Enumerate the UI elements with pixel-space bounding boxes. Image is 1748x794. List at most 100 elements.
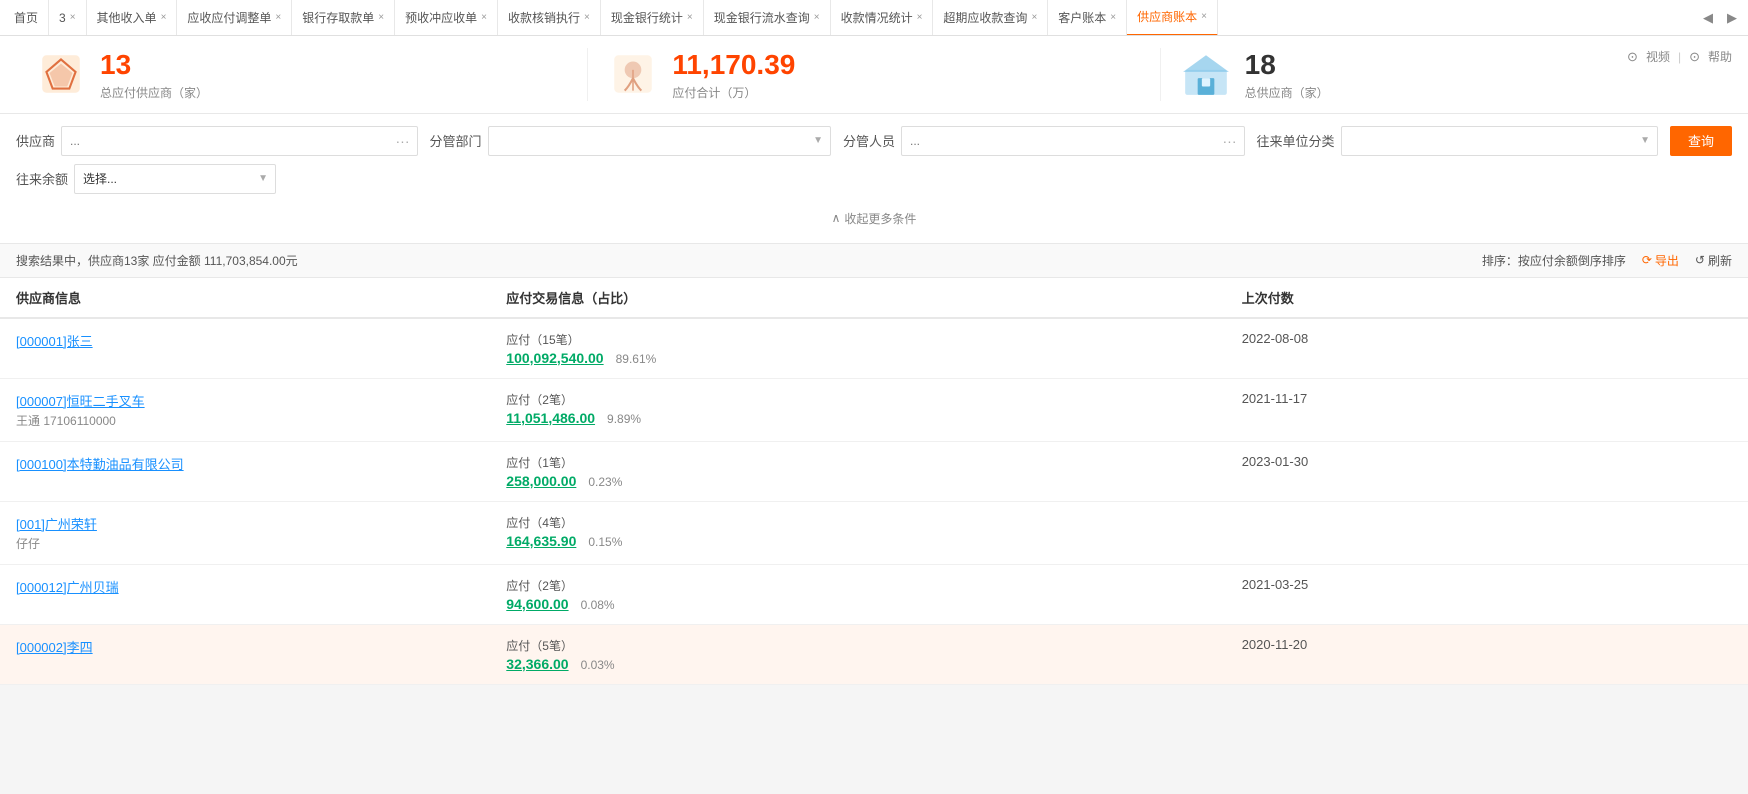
- percent-row2: 9.89%: [607, 412, 641, 426]
- video-link[interactable]: 视频: [1646, 48, 1670, 65]
- close-tab-icon[interactable]: ×: [687, 12, 693, 23]
- collapse-button[interactable]: ∧ 收起更多条件: [16, 206, 1732, 231]
- supplier-link-row1[interactable]: [000001]张三: [16, 331, 506, 350]
- amount-row3[interactable]: 258,000.00: [506, 473, 576, 489]
- table-row-row5: [000012]广州贝瑞 应付（2笔） 94,600.00 0.08% 2021…: [0, 565, 1748, 625]
- close-tab-icon[interactable]: ×: [814, 12, 820, 23]
- table-row-row1: [000001]张三 应付（15笔） 100,092,540.00 89.61%…: [0, 319, 1748, 379]
- nav-tab-cash-bank-flow[interactable]: 现金银行流水查询×: [704, 0, 831, 36]
- close-tab-icon[interactable]: ×: [1110, 12, 1116, 23]
- nav-tab-home[interactable]: 首页: [4, 0, 49, 36]
- summary-label-payable-amount: 应付合计（万）: [672, 84, 795, 101]
- nav-tab-bank-deposit[interactable]: 银行存取款单×: [292, 0, 395, 36]
- collapse-up-icon: ∧: [832, 211, 841, 225]
- export-label: 导出: [1655, 252, 1679, 269]
- amount-row5[interactable]: 94,600.00: [506, 596, 568, 612]
- close-tab-icon[interactable]: ×: [70, 12, 76, 23]
- help-link[interactable]: 帮助: [1708, 48, 1732, 65]
- amount-row4[interactable]: 164,635.90: [506, 533, 576, 549]
- summary-content-total-suppliers: 18 总供应商（家）: [1245, 48, 1329, 101]
- nav-tab-other-income[interactable]: 其他收入单×: [87, 0, 178, 36]
- filter-row-1: 供应商 ··· 分管部门 ▼ 分管人员: [16, 126, 1732, 156]
- nav-tab-cash-bank-stat[interactable]: 现金银行统计×: [601, 0, 704, 36]
- nav-tab-receipt-verify[interactable]: 收款核销执行×: [498, 0, 601, 36]
- close-tab-icon[interactable]: ×: [1201, 11, 1207, 22]
- supplier-link-row5[interactable]: [000012]广州贝瑞: [16, 577, 506, 596]
- lastpay-cell-row3: 2023-01-30: [1242, 454, 1732, 469]
- export-icon: ⟳: [1642, 253, 1652, 267]
- summary-bar: 13 总应付供应商（家） 11,170.39 应付合计（万） 18 总供应商（家…: [0, 36, 1748, 114]
- balance-label: 往来余额: [16, 169, 68, 188]
- lastpay-cell-row6: 2020-11-20: [1242, 637, 1732, 652]
- supplier-link-row6[interactable]: [000002]李四: [16, 637, 506, 656]
- refresh-icon: ↺: [1695, 253, 1705, 267]
- top-nav: 首页3×其他收入单×应收应付调整单×银行存取款单×预收冲应收单×收款核销执行×现…: [0, 0, 1748, 36]
- sort-label[interactable]: 排序：按应付余额倒序排序: [1482, 252, 1626, 269]
- category-filter: 往来单位分类 ▼: [1257, 126, 1659, 156]
- search-button[interactable]: 查询: [1670, 126, 1732, 156]
- summary-content-payable-suppliers: 13 总应付供应商（家）: [100, 48, 208, 101]
- summary-icon-payable-suppliers: [36, 49, 86, 99]
- amount-row6[interactable]: 32,366.00: [506, 656, 568, 672]
- nav-tab-ar-ap-adjust[interactable]: 应收应付调整单×: [177, 0, 292, 36]
- transaction-cell-row4: 应付（4笔） 164,635.90 0.15%: [506, 514, 1241, 549]
- dept-select[interactable]: [488, 126, 831, 156]
- nav-tab-tab3[interactable]: 3×: [49, 0, 87, 36]
- supplier-link-row4[interactable]: [001]广州荣轩: [16, 514, 506, 533]
- nav-tab-supplier-ledger[interactable]: 供应商账本×: [1127, 0, 1218, 36]
- payable-label-row2: 应付（2笔）: [506, 391, 1241, 408]
- payable-label-row4: 应付（4笔）: [506, 514, 1241, 531]
- supplier-cell-row6: [000002]李四: [16, 637, 506, 656]
- summary-num-total-suppliers: 18: [1245, 48, 1329, 82]
- nav-tab-overdue-ar[interactable]: 超期应收款查询×: [933, 0, 1048, 36]
- nav-tab-pre-receive[interactable]: 预收冲应收单×: [395, 0, 498, 36]
- dept-label: 分管部门: [430, 131, 482, 150]
- dept-select-wrapper: ▼: [488, 126, 831, 156]
- amount-row1[interactable]: 100,092,540.00: [506, 350, 603, 366]
- table-row-row4: [001]广州荣轩 仔仔 应付（4笔） 164,635.90 0.15%: [0, 502, 1748, 565]
- amount-row2[interactable]: 11,051,486.00: [506, 410, 595, 426]
- filter-area: 供应商 ··· 分管部门 ▼ 分管人员: [0, 114, 1748, 244]
- summary-item-payable-suppliers: 13 总应付供应商（家）: [16, 48, 588, 101]
- circle-icon2: ⊙: [1689, 49, 1700, 65]
- close-tab-icon[interactable]: ×: [917, 12, 923, 23]
- nav-tab-receipt-stat[interactable]: 收款情况统计×: [831, 0, 934, 36]
- amount-row-row2: 11,051,486.00 9.89%: [506, 408, 1241, 426]
- close-tab-icon[interactable]: ×: [481, 12, 487, 23]
- close-tab-icon[interactable]: ×: [275, 12, 281, 23]
- supplier-sub-row2: 王通 17106110000: [16, 412, 506, 429]
- transaction-cell-row6: 应付（5笔） 32,366.00 0.03%: [506, 637, 1241, 672]
- summary-content-payable-amount: 11,170.39 应付合计（万）: [672, 48, 795, 101]
- balance-select[interactable]: 选择... 有余额 无余额: [74, 164, 276, 194]
- close-tab-icon[interactable]: ×: [584, 12, 590, 23]
- balance-filter: 往来余额 选择... 有余额 无余额 ▼: [16, 164, 276, 194]
- close-tab-icon[interactable]: ×: [378, 12, 384, 23]
- summary-icon-payable-amount: [608, 49, 658, 99]
- supplier-link-row3[interactable]: [000100]本特勤油品有限公司: [16, 454, 506, 473]
- supplier-link-row2[interactable]: [000007]恒旺二手叉车: [16, 391, 506, 410]
- supplier-cell-row4: [001]广州荣轩 仔仔: [16, 514, 506, 552]
- summary-num-payable-amount: 11,170.39: [672, 48, 795, 82]
- percent-row6: 0.03%: [581, 658, 615, 672]
- summary-label-payable-suppliers: 总应付供应商（家）: [100, 84, 208, 101]
- category-select[interactable]: [1341, 126, 1658, 156]
- supplier-input[interactable]: [61, 126, 417, 156]
- close-tab-icon[interactable]: ×: [1031, 12, 1037, 23]
- percent-row5: 0.08%: [581, 598, 615, 612]
- close-tab-icon[interactable]: ×: [161, 12, 167, 23]
- nav-left-arrow[interactable]: ◀: [1696, 0, 1720, 36]
- filter-row-2: 往来余额 选择... 有余额 无余额 ▼: [16, 164, 1732, 194]
- table-row-row3: [000100]本特勤油品有限公司 应付（1笔） 258,000.00 0.23…: [0, 442, 1748, 502]
- person-input[interactable]: [901, 126, 1244, 156]
- col-header-lastpay: 上次付数: [1242, 288, 1732, 307]
- amount-row-row5: 94,600.00 0.08%: [506, 594, 1241, 612]
- nav-tab-customer-ledger[interactable]: 客户账本×: [1048, 0, 1127, 36]
- payable-label-row6: 应付（5笔）: [506, 637, 1241, 654]
- nav-right-arrow[interactable]: ▶: [1720, 0, 1744, 36]
- refresh-button[interactable]: ↺ 刷新: [1695, 252, 1732, 269]
- dept-filter: 分管部门 ▼: [430, 126, 832, 156]
- page-main: 13 总应付供应商（家） 11,170.39 应付合计（万） 18 总供应商（家…: [0, 36, 1748, 794]
- transaction-cell-row3: 应付（1笔） 258,000.00 0.23%: [506, 454, 1241, 489]
- export-button[interactable]: ⟳ 导出: [1642, 252, 1679, 269]
- person-filter: 分管人员 ···: [843, 126, 1245, 156]
